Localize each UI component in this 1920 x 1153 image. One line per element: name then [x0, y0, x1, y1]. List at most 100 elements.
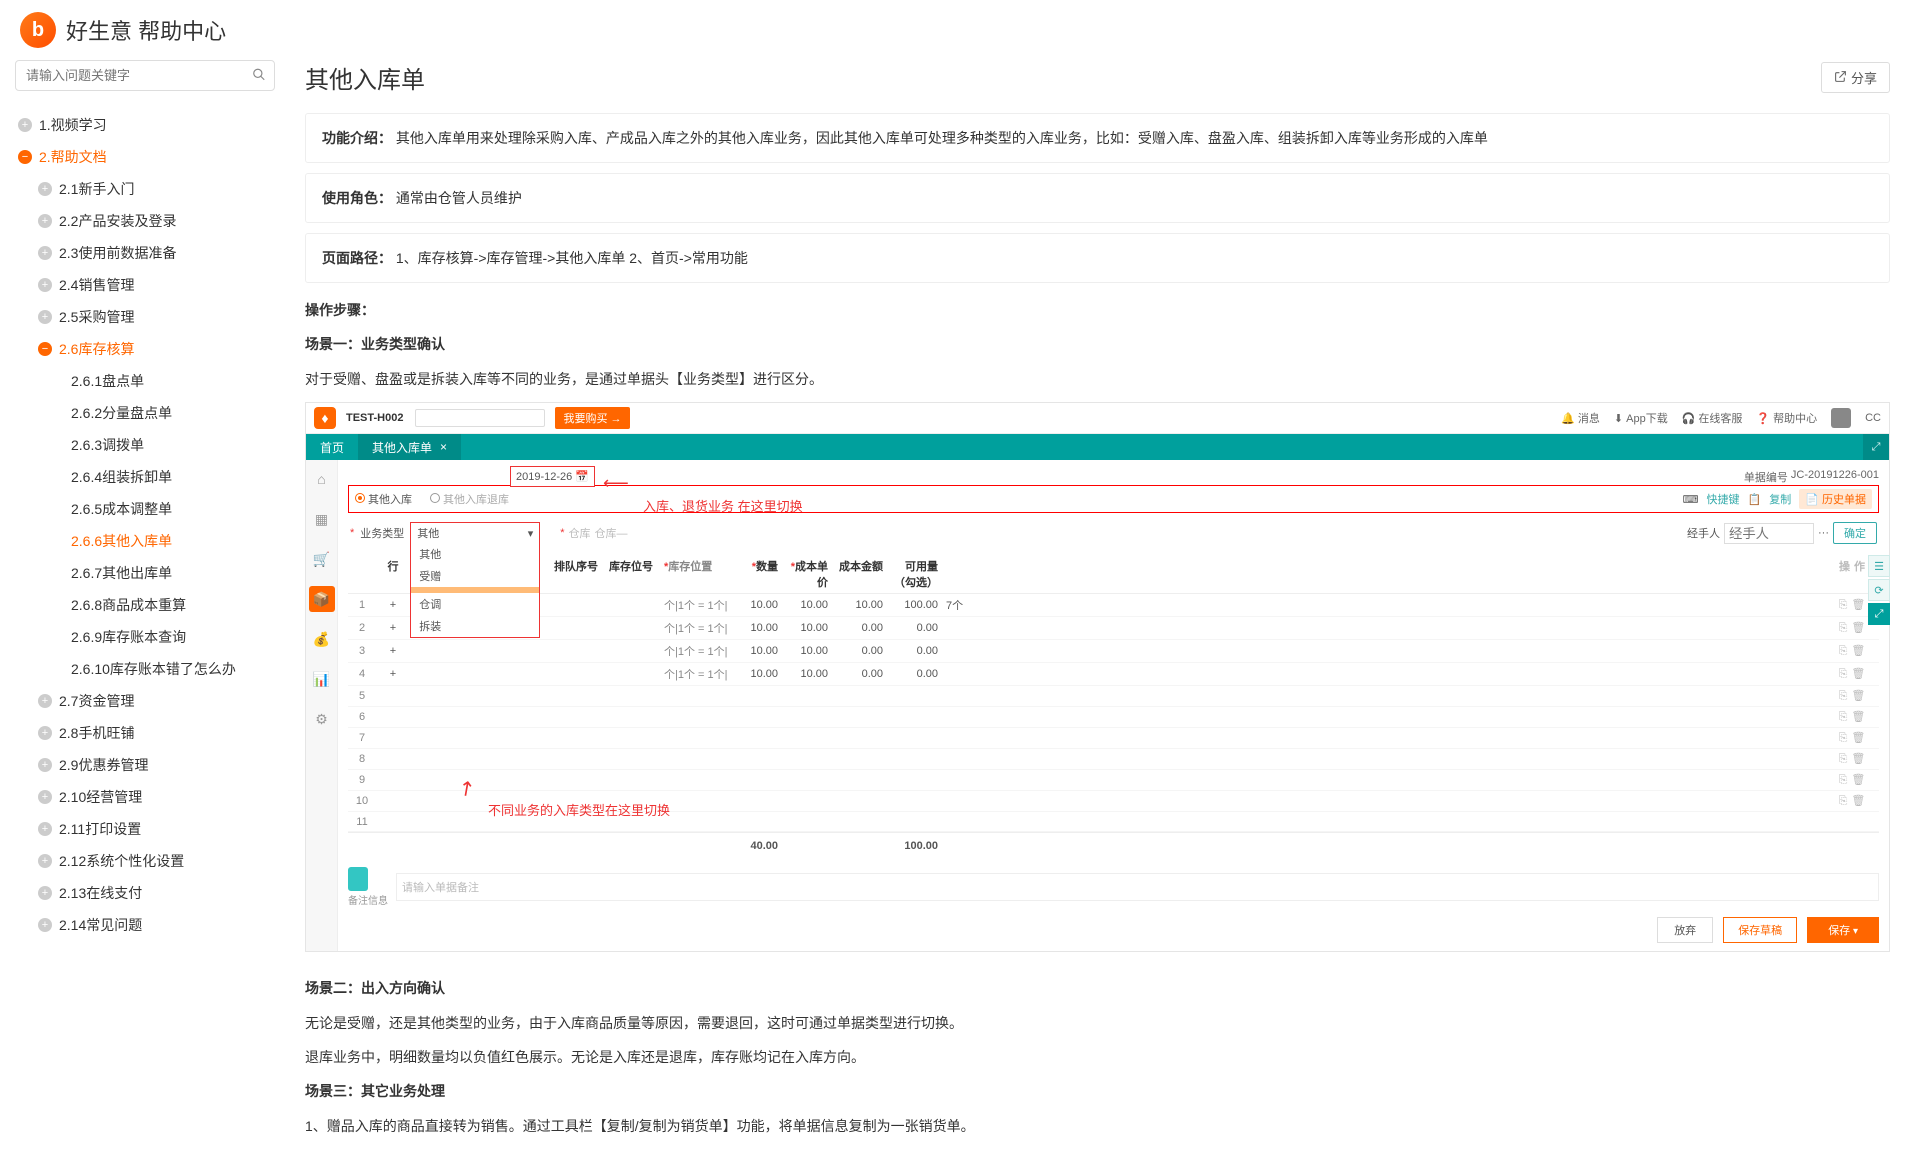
leftnav-icon[interactable]: ▦ [309, 506, 335, 532]
table-row[interactable]: 8⎘🗑 [348, 749, 1879, 770]
nav-label: 1.视频学习 [39, 115, 107, 135]
table-row[interactable]: 1+个|1个 = 1个|10.0010.0010.00100.007个⎘🗑 [348, 594, 1879, 617]
save-button[interactable]: 保存 [1807, 917, 1879, 943]
nav-l3-item[interactable]: 2.6.3调拨单 [15, 429, 275, 461]
plus-icon [38, 758, 52, 772]
nav-l3-item[interactable]: 2.6.7其他出库单 [15, 557, 275, 589]
app-search-input[interactable] [415, 409, 545, 427]
plus-icon [38, 886, 52, 900]
nav-l2-item[interactable]: 2.8手机旺铺 [15, 717, 275, 749]
nav-l2-item[interactable]: 2.9优惠券管理 [15, 749, 275, 781]
radio-return[interactable]: 其他入库退库 [430, 491, 509, 507]
right-toolbar: ☰ ⟳ ⤢ [1868, 555, 1890, 625]
steps-label: 操作步骤： [305, 299, 1890, 321]
table-row[interactable]: 7⎘🗑 [348, 728, 1879, 749]
nav-l3-item[interactable]: 2.6.2分量盘点单 [15, 397, 275, 429]
nav-l2-item[interactable]: 2.14常见问题 [15, 909, 275, 941]
annotation-text: 不同业务的入库类型在这里切换 [488, 800, 670, 819]
tab-label: 其他入库单 [372, 439, 432, 456]
nav-l2-item[interactable]: 2.12系统个性化设置 [15, 845, 275, 877]
table-row[interactable]: 9⎘🗑 [348, 770, 1879, 791]
row-action-icon[interactable]: ⎘🗑 [1829, 641, 1879, 661]
nav-l3-item[interactable]: 2.6.1盘点单 [15, 365, 275, 397]
radio-in[interactable]: 其他入库 [355, 491, 412, 507]
table-row[interactable]: 2+个|1个 = 1个|10.0010.000.000.00⎘🗑 [348, 617, 1879, 640]
nav-label: 2.6.9库存账本查询 [71, 627, 186, 647]
nav-l3-item[interactable]: 2.6.4组装拆卸单 [15, 461, 275, 493]
operator-input[interactable] [1724, 523, 1814, 544]
table-row[interactable]: 3+个|1个 = 1个|10.0010.000.000.00⎘🗑 [348, 640, 1879, 663]
path-box: 页面路径： 1、库存核算->库存管理->其他入库单 2、首页->常用功能 [305, 233, 1890, 283]
nav-l3-item[interactable]: 2.6.5成本调整单 [15, 493, 275, 525]
nav-l2-item[interactable]: 2.1新手入门 [15, 173, 275, 205]
buy-button[interactable]: 我要购买 → [555, 407, 629, 429]
biz-type-dropdown[interactable]: 其他▾ 其他 受赠 仓调 拆装 [410, 522, 540, 544]
table-row[interactable]: 4+个|1个 = 1个|10.0010.000.000.00⎘🗑 [348, 663, 1879, 686]
search-input[interactable] [16, 61, 274, 90]
nav-l3-item-active[interactable]: 2.6.6其他入库单 [15, 525, 275, 557]
search-icon[interactable] [252, 67, 266, 84]
nav-label: 2.9优惠券管理 [59, 755, 148, 775]
nav-l2-item[interactable]: 2.10经营管理 [15, 781, 275, 813]
plus-icon [38, 310, 52, 324]
avatar[interactable] [1831, 408, 1851, 428]
nav-l1-docs[interactable]: 2.帮助文档 [15, 141, 275, 173]
nav-label: 2.14常见问题 [59, 915, 142, 935]
nav-l3-item[interactable]: 2.6.10库存账本错了怎么办 [15, 653, 275, 685]
nav-l2-item[interactable]: 2.11打印设置 [15, 813, 275, 845]
nav-l2-item[interactable]: 2.5采购管理 [15, 301, 275, 333]
nav-label: 2.11打印设置 [59, 819, 141, 839]
leftnav-icon[interactable]: 💰 [309, 626, 335, 652]
nav-l2-item[interactable]: 2.3使用前数据准备 [15, 237, 275, 269]
copy-link[interactable]: 复制 [1769, 491, 1791, 507]
tool-icon[interactable]: ⤢ [1868, 603, 1890, 625]
msg-link[interactable]: 🔔 消息 [1561, 410, 1600, 426]
dropdown-option[interactable]: 其他 [411, 543, 539, 565]
annotation-arrow-icon: ⟵ [603, 473, 629, 494]
tab-home[interactable]: 首页 [306, 434, 358, 460]
hotkey-link[interactable]: 快捷键 [1707, 491, 1740, 507]
nav-l2-item[interactable]: 2.7资金管理 [15, 685, 275, 717]
leftnav-icon[interactable]: ⌂ [309, 466, 335, 492]
layout-container: 1.视频学习 2.帮助文档 2.1新手入门 2.2产品安装及登录 2.3使用前数… [0, 60, 1920, 1153]
table-row[interactable]: 6⎘🗑 [348, 707, 1879, 728]
dropdown-option[interactable]: 受赠 [411, 565, 539, 587]
minus-icon [38, 342, 52, 356]
download-link[interactable]: ⬇ App下载 [1614, 410, 1668, 426]
app-body: ⌂ ▦ 🛒 📦 💰 📊 ⚙ 单据编号 JC-20191226-001 [306, 460, 1889, 951]
plus-icon [38, 918, 52, 932]
row-action-icon[interactable]: ⎘🗑 [1829, 664, 1879, 684]
dropdown-option[interactable]: 拆装 [411, 615, 539, 637]
sidebar: 1.视频学习 2.帮助文档 2.1新手入门 2.2产品安装及登录 2.3使用前数… [15, 60, 290, 1153]
role-box: 使用角色： 通常由仓管人员维护 [305, 173, 1890, 223]
support-link[interactable]: 🎧 在线客服 [1682, 410, 1743, 426]
leftnav-icon-active[interactable]: 📦 [309, 586, 335, 612]
save-draft-button[interactable]: 保存草稿 [1723, 917, 1797, 943]
tab-active[interactable]: 其他入库单 × [358, 434, 461, 460]
nav-l2-item[interactable]: 2.2产品安装及登录 [15, 205, 275, 237]
calendar-icon: 📅 [575, 470, 589, 483]
nav-l2-item[interactable]: 2.4销售管理 [15, 269, 275, 301]
tool-icon[interactable]: ⟳ [1868, 579, 1890, 601]
tab-expand-icon[interactable]: ⤢ [1863, 434, 1889, 460]
date-field[interactable]: 2019-12-26 📅 [510, 466, 595, 487]
leftnav-icon[interactable]: 🛒 [309, 546, 335, 572]
nav-l3-item[interactable]: 2.6.9库存账本查询 [15, 621, 275, 653]
remark-input[interactable]: 请输入单据备注 [396, 873, 1879, 901]
confirm-button[interactable]: 确定 [1833, 522, 1877, 544]
table-row[interactable]: 5⎘🗑 [348, 686, 1879, 707]
nav-l2-item-active[interactable]: 2.6库存核算 [15, 333, 275, 365]
dropdown-option[interactable]: 仓调 [411, 593, 539, 615]
close-icon[interactable]: × [440, 440, 447, 454]
help-link[interactable]: ❓ 帮助中心 [1756, 410, 1817, 426]
history-button[interactable]: 📄 历史单据 [1799, 489, 1872, 509]
nav-l1-video[interactable]: 1.视频学习 [15, 109, 275, 141]
leftnav-icon[interactable]: 📊 [309, 666, 335, 692]
share-button[interactable]: 分享 [1821, 62, 1890, 93]
hotkey-icon: ⌨ [1683, 493, 1699, 506]
tool-icon[interactable]: ☰ [1868, 555, 1890, 577]
leftnav-icon[interactable]: ⚙ [309, 706, 335, 732]
nav-l2-item[interactable]: 2.13在线支付 [15, 877, 275, 909]
nav-l3-item[interactable]: 2.6.8商品成本重算 [15, 589, 275, 621]
discard-button[interactable]: 放弃 [1657, 917, 1713, 943]
